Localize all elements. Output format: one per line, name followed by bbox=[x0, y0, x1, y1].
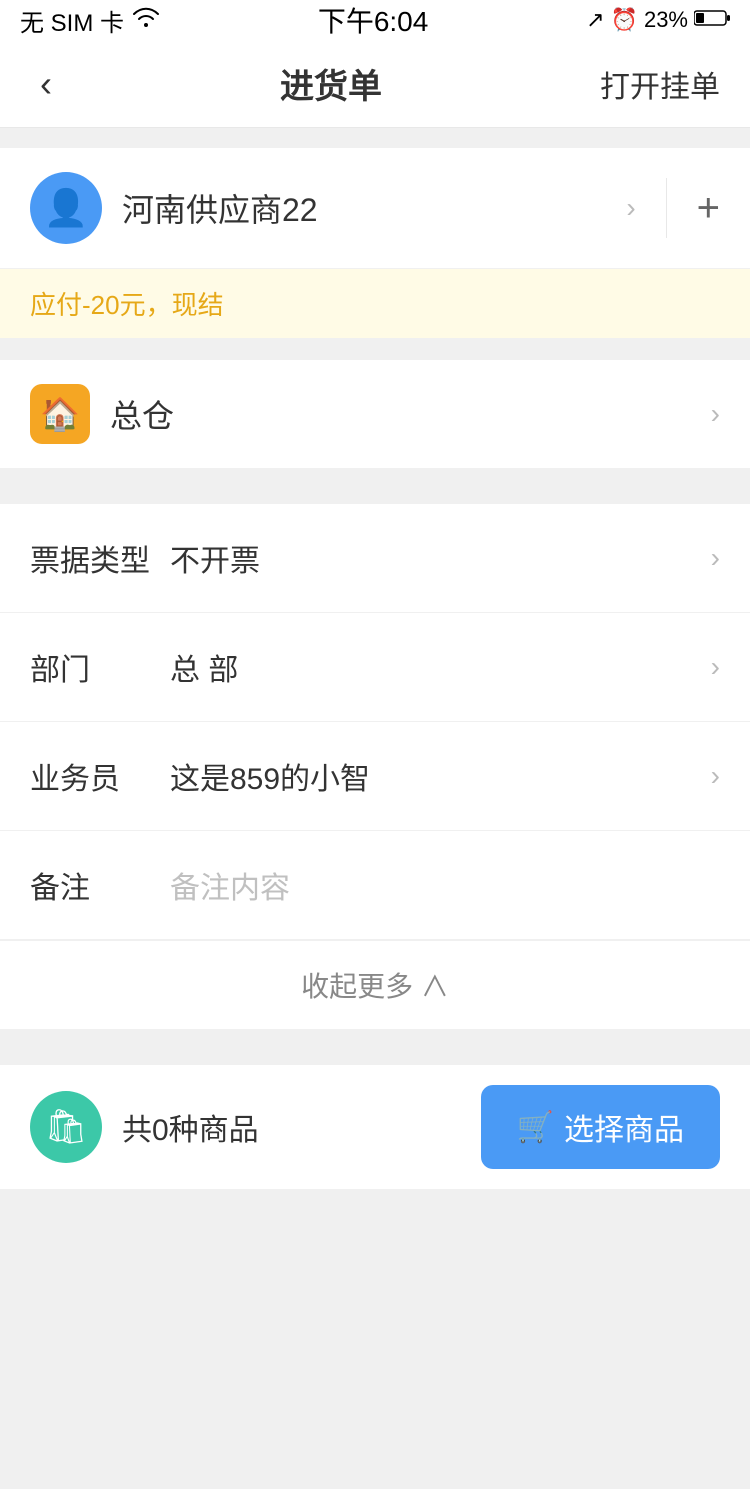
warehouse-icon-wrap: 🏠 bbox=[30, 384, 90, 444]
section-gap-3 bbox=[0, 468, 750, 488]
section-gap-4 bbox=[0, 1029, 750, 1049]
battery-text: 23% bbox=[644, 7, 688, 33]
alarm-icon: ⏰ bbox=[611, 7, 638, 33]
salesperson-value: 这是859的小智 bbox=[170, 754, 701, 798]
page-title: 进货单 bbox=[280, 59, 382, 108]
warehouse-icon: 🏠 bbox=[40, 395, 80, 433]
remark-input[interactable]: 备注内容 bbox=[170, 863, 720, 907]
carrier-text: 无 SIM 卡 bbox=[20, 3, 124, 38]
back-button[interactable]: ‹ bbox=[30, 53, 62, 115]
invoice-type-label: 票据类型 bbox=[30, 536, 170, 580]
supplier-arrow-icon: › bbox=[626, 192, 635, 224]
salesperson-row[interactable]: 业务员 这是859的小智 › bbox=[0, 722, 750, 831]
notice-banner: 应付-20元，现结 bbox=[0, 269, 750, 339]
supplier-name: 河南供应商22 bbox=[122, 185, 626, 231]
remark-label: 备注 bbox=[30, 863, 170, 907]
warehouse-name: 总仓 bbox=[110, 391, 711, 437]
status-time: 下午6:04 bbox=[318, 0, 429, 40]
vertical-divider bbox=[666, 178, 667, 238]
product-icon: 🛍 bbox=[44, 1107, 87, 1147]
bottom-fill bbox=[0, 1189, 750, 1489]
battery-icon bbox=[694, 7, 730, 33]
salesperson-label: 业务员 bbox=[30, 754, 170, 798]
invoice-type-value: 不开票 bbox=[170, 536, 701, 580]
status-right: ↗ ⏰ 23% bbox=[586, 7, 730, 33]
collapse-label: 收起更多 ∧ bbox=[301, 971, 449, 1002]
warehouse-arrow-icon: › bbox=[711, 398, 720, 430]
salesperson-arrow-icon: › bbox=[711, 760, 720, 792]
select-product-button[interactable]: 🛒 选择商品 bbox=[481, 1085, 720, 1169]
collapse-button[interactable]: 收起更多 ∧ bbox=[0, 940, 750, 1029]
warehouse-section: 🏠 总仓 › bbox=[0, 359, 750, 468]
status-left: 无 SIM 卡 bbox=[20, 3, 160, 38]
supplier-avatar: 👤 bbox=[30, 172, 102, 244]
wifi-icon bbox=[132, 6, 160, 34]
product-count: 共0种商品 bbox=[122, 1105, 481, 1149]
warehouse-row[interactable]: 🏠 总仓 › bbox=[0, 359, 750, 468]
user-icon: 👤 bbox=[44, 187, 89, 229]
supplier-section: 👤 河南供应商22 › + 应付-20元，现结 bbox=[0, 148, 750, 339]
select-product-label: 选择商品 bbox=[564, 1105, 684, 1149]
section-gap-1 bbox=[0, 128, 750, 148]
add-supplier-button[interactable]: + bbox=[697, 186, 720, 231]
select-product-icon: 🛒 bbox=[517, 1110, 554, 1145]
department-arrow-icon: › bbox=[711, 651, 720, 683]
location-icon: ↗ bbox=[586, 7, 604, 33]
department-row[interactable]: 部门 总 部 › bbox=[0, 613, 750, 722]
nav-bar: ‹ 进货单 打开挂单 bbox=[0, 40, 750, 128]
supplier-row[interactable]: 👤 河南供应商22 › + bbox=[0, 148, 750, 269]
remark-row[interactable]: 备注 备注内容 bbox=[0, 831, 750, 940]
section-gap-2 bbox=[0, 339, 750, 359]
department-value: 总 部 bbox=[170, 645, 701, 689]
invoice-type-arrow-icon: › bbox=[711, 542, 720, 574]
product-icon-wrap: 🛍 bbox=[30, 1091, 102, 1163]
status-bar: 无 SIM 卡 下午6:04 ↗ ⏰ 23% bbox=[0, 0, 750, 40]
form-section: 票据类型 不开票 › 部门 总 部 › 业务员 这是859的小智 › 备注 备注… bbox=[0, 504, 750, 1029]
invoice-type-row[interactable]: 票据类型 不开票 › bbox=[0, 504, 750, 613]
department-label: 部门 bbox=[30, 645, 170, 689]
notice-text: 应付-20元，现结 bbox=[30, 290, 224, 320]
product-section: 🛍 共0种商品 🛒 选择商品 bbox=[0, 1065, 750, 1189]
open-pending-button[interactable]: 打开挂单 bbox=[600, 62, 720, 106]
